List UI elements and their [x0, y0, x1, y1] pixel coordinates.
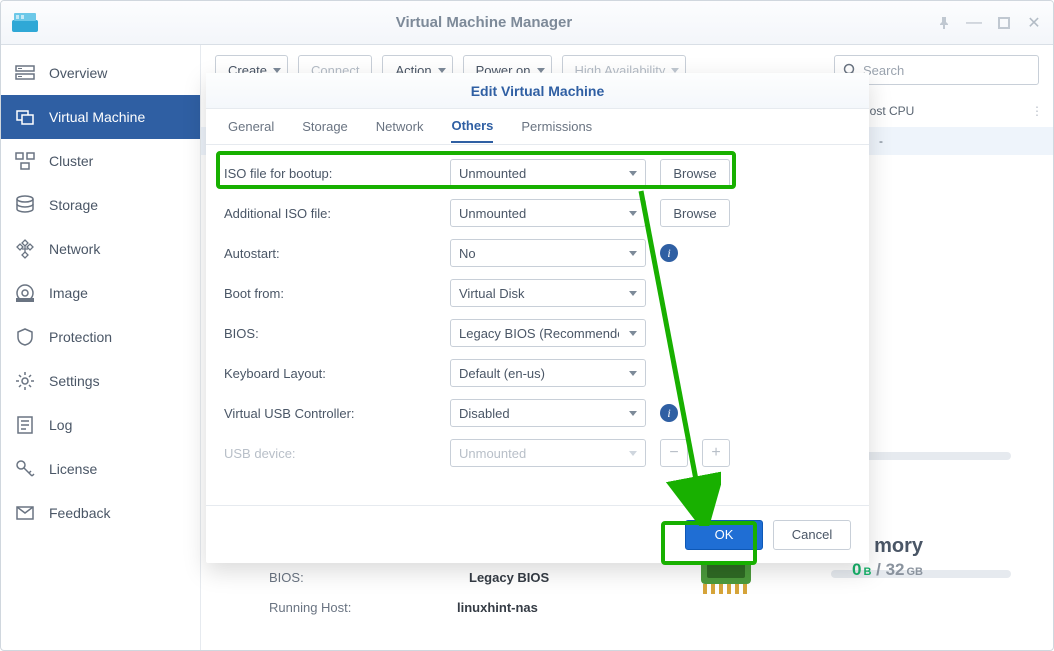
select-iso-bootup[interactable]: Unmounted — [450, 159, 646, 187]
sidebar-item-settings[interactable]: Settings — [1, 359, 200, 403]
info-icon[interactable]: i — [660, 244, 678, 262]
sidebar-item-cluster[interactable]: Cluster — [1, 139, 200, 183]
select-autostart[interactable]: No — [450, 239, 646, 267]
storage-icon — [15, 195, 35, 215]
sidebar-item-label: Protection — [49, 329, 112, 345]
dialog-footer: OK Cancel — [206, 505, 869, 563]
caret-icon — [438, 68, 446, 73]
chevron-down-icon — [629, 411, 637, 416]
plus-button: + — [702, 439, 730, 467]
detail-bios-label: BIOS: — [269, 570, 379, 585]
sidebar-item-protection[interactable]: Protection — [1, 315, 200, 359]
label-keyboard: Keyboard Layout: — [224, 366, 436, 381]
vm-icon — [15, 107, 35, 127]
maximize-icon[interactable] — [989, 8, 1019, 38]
label-usb-controller: Virtual USB Controller: — [224, 406, 436, 421]
chevron-down-icon — [629, 331, 637, 336]
label-iso-additional: Additional ISO file: — [224, 206, 436, 221]
pin-icon[interactable] — [929, 8, 959, 38]
sidebar-item-log[interactable]: Log — [1, 403, 200, 447]
label-autostart: Autostart: — [224, 246, 436, 261]
sidebar-item-storage[interactable]: Storage — [1, 183, 200, 227]
browse-iso-additional[interactable]: Browse — [660, 199, 730, 227]
detail-panel: BIOS: Legacy BIOS Running Host: linuxhint-… — [269, 562, 549, 622]
protection-icon — [15, 327, 35, 347]
sidebar-item-label: Network — [49, 241, 100, 257]
dialog-form: ISO file for bootup: Unmounted Browse Ad… — [206, 145, 869, 505]
sidebar-item-label: Log — [49, 417, 72, 433]
app-icon — [11, 12, 39, 34]
select-usb-controller[interactable]: Disabled — [450, 399, 646, 427]
memory-partial-label: mory — [874, 535, 923, 558]
network-icon — [15, 239, 35, 259]
browse-iso-bootup[interactable]: Browse — [660, 159, 730, 187]
chevron-down-icon — [629, 371, 637, 376]
sidebar-item-feedback[interactable]: Feedback — [1, 491, 200, 535]
sidebar-item-image[interactable]: Image — [1, 271, 200, 315]
chevron-down-icon — [629, 211, 637, 216]
sidebar-item-label: Overview — [49, 65, 107, 81]
detail-bios-value: Legacy BIOS — [469, 570, 549, 585]
sidebar-item-network[interactable]: Network — [1, 227, 200, 271]
detail-host-value: linuxhint-nas — [457, 600, 538, 615]
tab-network[interactable]: Network — [376, 111, 424, 142]
caret-icon — [671, 68, 679, 73]
close-icon[interactable]: ✕ — [1019, 8, 1049, 38]
select-boot-from[interactable]: Virtual Disk — [450, 279, 646, 307]
image-icon — [15, 283, 35, 303]
sidebar: Overview Virtual Machine Cluster Storage… — [1, 45, 201, 650]
log-icon — [15, 415, 35, 435]
tab-general[interactable]: General — [228, 111, 274, 142]
chevron-down-icon — [629, 251, 637, 256]
envelope-icon — [15, 503, 35, 523]
sidebar-item-license[interactable]: License — [1, 447, 200, 491]
sidebar-item-label: Cluster — [49, 153, 93, 169]
column-menu-icon[interactable]: ⋮ — [1031, 104, 1043, 118]
label-iso-bootup: ISO file for bootup: — [224, 166, 436, 181]
key-icon — [15, 459, 35, 479]
cluster-icon — [15, 151, 35, 171]
chevron-down-icon — [629, 171, 637, 176]
cancel-button[interactable]: Cancel — [773, 520, 851, 550]
edit-vm-dialog: Edit Virtual Machine General Storage Net… — [206, 73, 869, 563]
sidebar-item-label: Settings — [49, 373, 100, 389]
minimize-icon[interactable]: — — [959, 8, 989, 38]
select-iso-additional[interactable]: Unmounted — [450, 199, 646, 227]
select-bios[interactable]: Legacy BIOS (Recommended) — [450, 319, 646, 347]
sidebar-item-overview[interactable]: Overview — [1, 51, 200, 95]
sidebar-item-label: Feedback — [49, 505, 110, 521]
gear-icon — [15, 371, 35, 391]
chevron-down-icon — [629, 451, 637, 456]
info-icon[interactable]: i — [660, 404, 678, 422]
titlebar: Virtual Machine Manager — ✕ — [1, 1, 1053, 45]
memory-value: 0B / 32GB — [852, 560, 923, 580]
label-boot-from: Boot from: — [224, 286, 436, 301]
label-bios: BIOS: — [224, 326, 436, 341]
sidebar-item-virtual-machine[interactable]: Virtual Machine — [1, 95, 200, 139]
tab-others[interactable]: Others — [451, 110, 493, 143]
sidebar-item-label: Virtual Machine — [49, 109, 145, 125]
chevron-down-icon — [629, 291, 637, 296]
label-usb-device: USB device: — [224, 446, 436, 461]
caret-icon — [273, 68, 281, 73]
cell-host-cpu: - — [879, 134, 1029, 148]
select-keyboard[interactable]: Default (en-us) — [450, 359, 646, 387]
overview-icon — [15, 63, 35, 83]
dialog-tabs: General Storage Network Others Permissio… — [206, 109, 869, 145]
select-usb-device: Unmounted — [450, 439, 646, 467]
column-host-cpu[interactable]: Host CPU — [861, 104, 1011, 118]
detail-host-label: Running Host: — [269, 600, 379, 615]
minus-button: − — [660, 439, 688, 467]
sidebar-item-label: License — [49, 461, 97, 477]
tab-storage[interactable]: Storage — [302, 111, 348, 142]
ok-button[interactable]: OK — [685, 520, 763, 550]
sidebar-item-label: Image — [49, 285, 88, 301]
app-window: Virtual Machine Manager — ✕ Overview Vir… — [0, 0, 1054, 651]
window-title: Virtual Machine Manager — [39, 14, 929, 31]
dialog-title: Edit Virtual Machine — [206, 73, 869, 109]
sidebar-item-label: Storage — [49, 197, 98, 213]
caret-icon — [537, 68, 545, 73]
search-placeholder: Search — [863, 63, 904, 78]
tab-permissions[interactable]: Permissions — [521, 111, 592, 142]
